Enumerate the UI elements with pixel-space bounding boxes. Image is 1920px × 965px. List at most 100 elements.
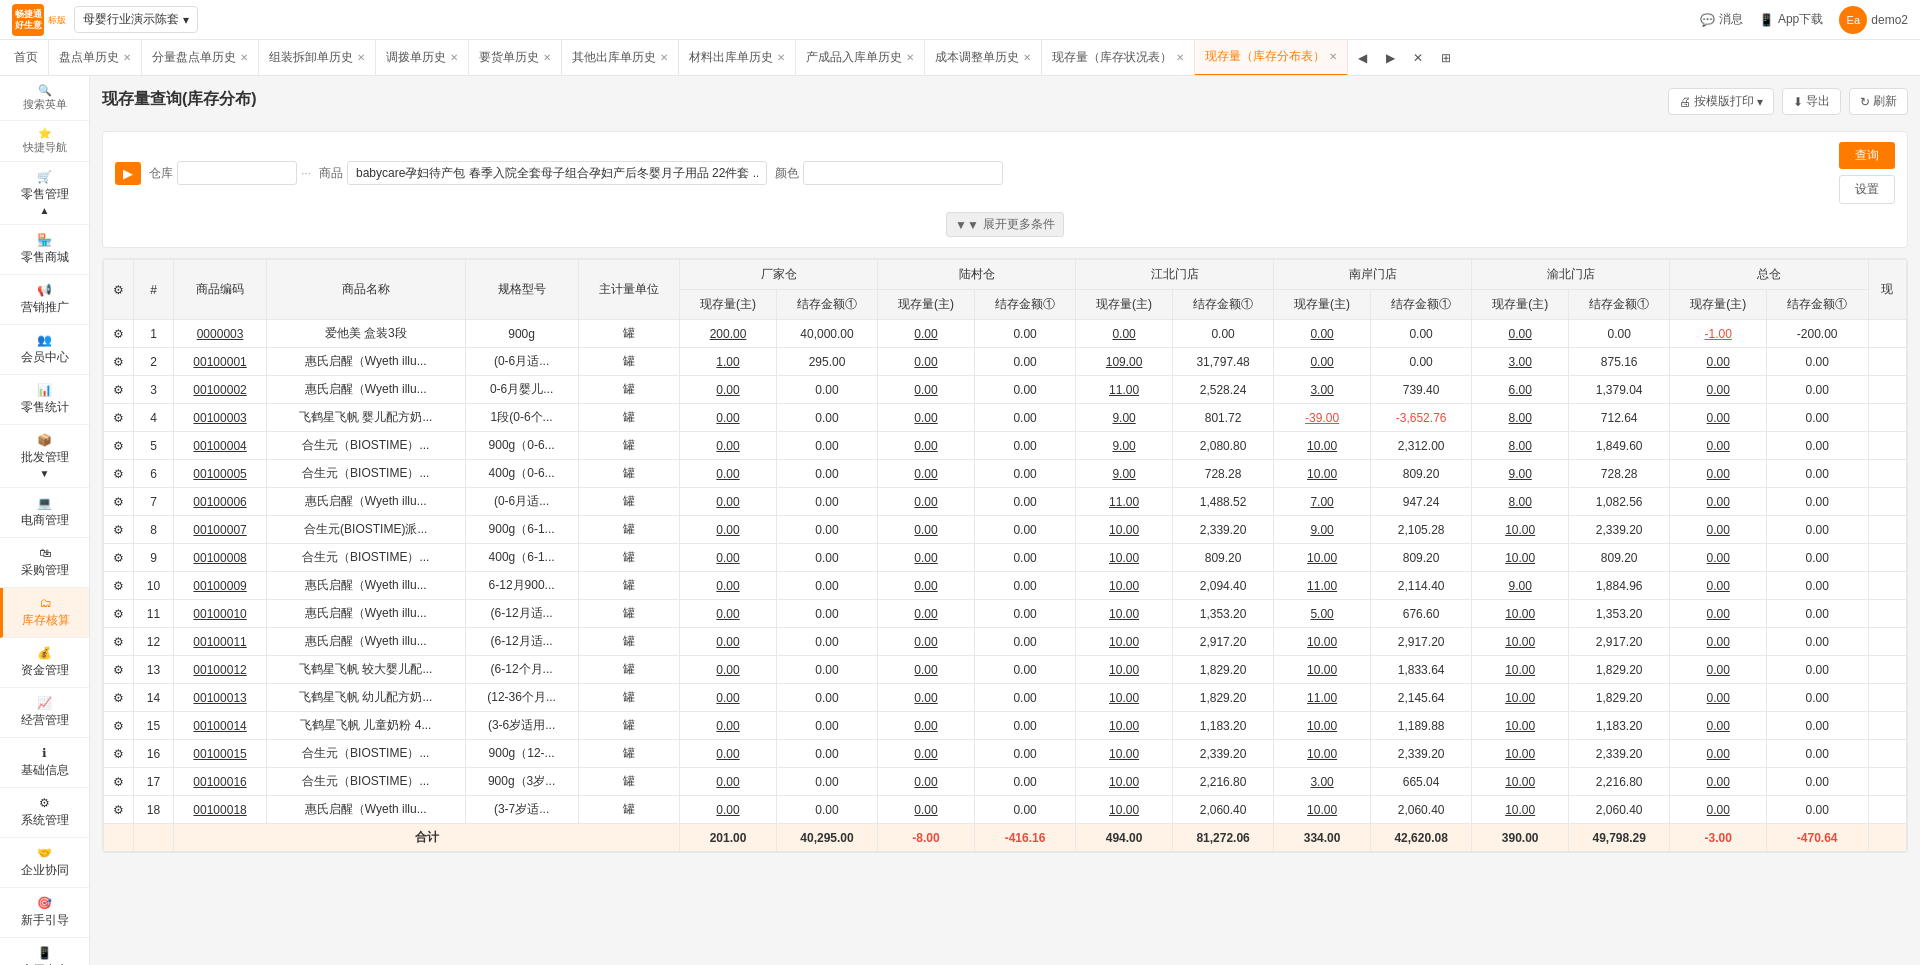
row-c4-qty[interactable]: 10.00: [1274, 628, 1370, 656]
row-c4-qty[interactable]: 10.00: [1274, 432, 1370, 460]
row-c1-qty[interactable]: 1.00: [680, 348, 776, 376]
row-c5-qty[interactable]: 8.00: [1472, 432, 1568, 460]
tab-close-all-btn[interactable]: ✕: [1404, 40, 1432, 76]
tab-prev-btn[interactable]: ◀: [1348, 40, 1376, 76]
row-code[interactable]: 00100018: [174, 796, 267, 824]
org-selector[interactable]: 母婴行业演示陈套 ▾: [74, 6, 198, 33]
export-button[interactable]: ⬇ 导出: [1782, 88, 1841, 115]
row-c5-qty[interactable]: 10.00: [1472, 600, 1568, 628]
row-gear[interactable]: ⚙: [104, 432, 134, 460]
sidebar-item-stock[interactable]: 🗂 库存核算: [0, 588, 89, 638]
row-c2-qty[interactable]: 0.00: [878, 768, 974, 796]
row-c2-qty[interactable]: 0.00: [878, 432, 974, 460]
row-code[interactable]: 00100006: [174, 488, 267, 516]
row-gear[interactable]: ⚙: [104, 628, 134, 656]
sidebar-item-finance[interactable]: 💰 资金管理: [0, 638, 89, 688]
row-gear[interactable]: ⚙: [104, 796, 134, 824]
row-gear[interactable]: ⚙: [104, 768, 134, 796]
tab-assembly[interactable]: 组装拆卸单历史 ✕: [259, 40, 376, 76]
row-c5-qty[interactable]: 8.00: [1472, 488, 1568, 516]
tab-close-icon[interactable]: ✕: [450, 52, 458, 63]
row-code[interactable]: 00100015: [174, 740, 267, 768]
row-c4-qty[interactable]: 11.00: [1274, 572, 1370, 600]
row-c1-qty[interactable]: 0.00: [680, 516, 776, 544]
sidebar-item-purchase[interactable]: 🛍 采购管理: [0, 538, 89, 588]
row-gear[interactable]: ⚙: [104, 684, 134, 712]
sidebar-item-guide[interactable]: 🎯 新手引导: [0, 888, 89, 938]
row-code[interactable]: 00100009: [174, 572, 267, 600]
row-code[interactable]: 00100016: [174, 768, 267, 796]
row-c4-qty[interactable]: 5.00: [1274, 600, 1370, 628]
row-c1-qty[interactable]: 0.00: [680, 656, 776, 684]
row-c3-qty[interactable]: 109.00: [1076, 348, 1172, 376]
row-c5-qty[interactable]: 10.00: [1472, 544, 1568, 572]
row-c2-qty[interactable]: 0.00: [878, 404, 974, 432]
row-c1-qty[interactable]: 0.00: [680, 628, 776, 656]
row-c3-qty[interactable]: 9.00: [1076, 460, 1172, 488]
tab-close-icon[interactable]: ✕: [1176, 52, 1184, 63]
row-code[interactable]: 00100010: [174, 600, 267, 628]
row-c5-qty[interactable]: 10.00: [1472, 684, 1568, 712]
sidebar-item-wholesale[interactable]: 📦 批发管理 ▼: [0, 425, 89, 488]
sidebar-item-marketing[interactable]: 📢 营销推广: [0, 275, 89, 325]
row-c1-qty[interactable]: 0.00: [680, 488, 776, 516]
tab-close-icon[interactable]: ✕: [777, 52, 785, 63]
row-c1-qty[interactable]: 0.00: [680, 796, 776, 824]
row-c4-qty[interactable]: 10.00: [1274, 544, 1370, 572]
row-c2-qty[interactable]: 0.00: [878, 684, 974, 712]
row-code[interactable]: 00100001: [174, 348, 267, 376]
row-c4-qty[interactable]: -39.00: [1274, 404, 1370, 432]
row-c3-qty[interactable]: 11.00: [1076, 488, 1172, 516]
row-c2-qty[interactable]: 0.00: [878, 740, 974, 768]
row-tot-qty[interactable]: 0.00: [1670, 656, 1766, 684]
row-tot-qty[interactable]: 0.00: [1670, 740, 1766, 768]
tab-close-icon[interactable]: ✕: [543, 52, 551, 63]
warehouse-input[interactable]: [177, 161, 297, 185]
tab-close-icon[interactable]: ✕: [1329, 51, 1337, 62]
row-gear[interactable]: ⚙: [104, 376, 134, 404]
tab-next-btn[interactable]: ▶: [1376, 40, 1404, 76]
row-c4-qty[interactable]: 10.00: [1274, 740, 1370, 768]
row-code[interactable]: 00100014: [174, 712, 267, 740]
row-tot-qty[interactable]: 0.00: [1670, 712, 1766, 740]
row-c3-qty[interactable]: 10.00: [1076, 656, 1172, 684]
row-tot-qty[interactable]: 0.00: [1670, 600, 1766, 628]
row-c2-qty[interactable]: 0.00: [878, 376, 974, 404]
warehouse-dots[interactable]: ···: [301, 166, 311, 180]
row-c2-qty[interactable]: 0.00: [878, 628, 974, 656]
row-tot-qty[interactable]: 0.00: [1670, 768, 1766, 796]
print-button[interactable]: 🖨 按模版打印 ▾: [1668, 88, 1774, 115]
row-c2-qty[interactable]: 0.00: [878, 656, 974, 684]
sidebar-item-retail-manage[interactable]: 🛒 零售管理 ▲: [0, 162, 89, 225]
row-c1-qty[interactable]: 200.00: [680, 320, 776, 348]
row-c3-qty[interactable]: 10.00: [1076, 684, 1172, 712]
row-c2-qty[interactable]: 0.00: [878, 516, 974, 544]
row-c2-qty[interactable]: 0.00: [878, 320, 974, 348]
row-c3-qty[interactable]: 9.00: [1076, 404, 1172, 432]
row-c4-qty[interactable]: 0.00: [1274, 320, 1370, 348]
row-c2-qty[interactable]: 0.00: [878, 796, 974, 824]
expand-conditions-btn[interactable]: ▼▼ 展开更多条件: [946, 212, 1064, 237]
sidebar-item-operation[interactable]: 📈 经营管理: [0, 688, 89, 738]
row-gear[interactable]: ⚙: [104, 460, 134, 488]
row-tot-qty[interactable]: -1.00: [1670, 320, 1766, 348]
sidebar-item-quicknav[interactable]: ⭐ 快捷导航: [0, 121, 89, 162]
row-tot-qty[interactable]: 0.00: [1670, 488, 1766, 516]
row-c2-qty[interactable]: 0.00: [878, 600, 974, 628]
tab-close-icon[interactable]: ✕: [1023, 52, 1031, 63]
sidebar-item-base-info[interactable]: ℹ 基础信息: [0, 738, 89, 788]
row-c1-qty[interactable]: 0.00: [680, 432, 776, 460]
row-c5-qty[interactable]: 8.00: [1472, 404, 1568, 432]
row-c2-qty[interactable]: 0.00: [878, 544, 974, 572]
row-c4-qty[interactable]: 3.00: [1274, 768, 1370, 796]
tab-other-out[interactable]: 其他出库单历史 ✕: [562, 40, 679, 76]
row-c3-qty[interactable]: 10.00: [1076, 600, 1172, 628]
row-c5-qty[interactable]: 3.00: [1472, 348, 1568, 376]
row-code[interactable]: 00100003: [174, 404, 267, 432]
message-button[interactable]: 💬 消息: [1700, 11, 1743, 28]
row-c3-qty[interactable]: 10.00: [1076, 740, 1172, 768]
row-code[interactable]: 00100007: [174, 516, 267, 544]
sidebar-item-members[interactable]: 👥 会员中心: [0, 325, 89, 375]
row-c3-qty[interactable]: 10.00: [1076, 628, 1172, 656]
row-code[interactable]: 00100008: [174, 544, 267, 572]
